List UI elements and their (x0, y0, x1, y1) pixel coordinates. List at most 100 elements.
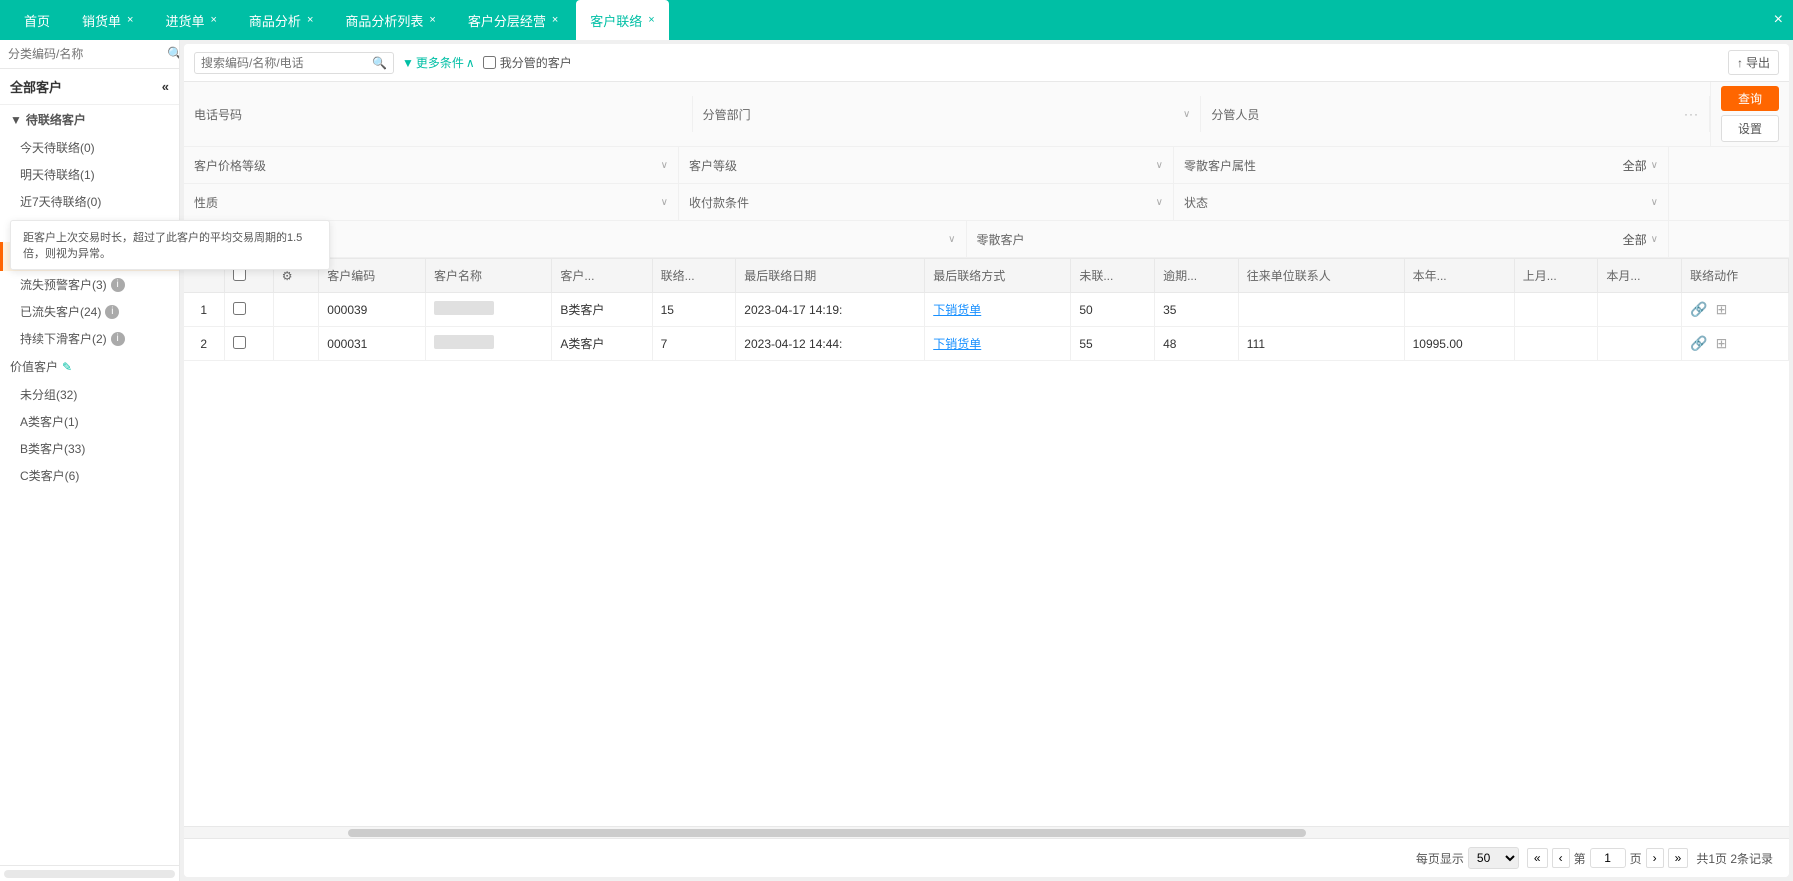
nav-tab-analysis[interactable]: 商品分析 × (235, 0, 327, 40)
nav-tab-analysis-close[interactable]: × (307, 14, 313, 26)
nav-tab-purchase[interactable]: 进货单 × (151, 0, 230, 40)
person-dots[interactable]: ··· (1684, 107, 1699, 121)
customer-level-select[interactable]: ∨ (755, 160, 1163, 171)
tooltip-text: 距客户上次交易时长，超过了此客户的平均交易周期的1.5倍，则视为异常。 (23, 232, 302, 260)
close-all-tabs-button[interactable]: × (1774, 11, 1783, 29)
per-page-dropdown[interactable]: 50 100 200 (1468, 847, 1519, 869)
sidebar-item-a-customers[interactable]: A类客户(1) (0, 408, 179, 435)
nav-tab-customer-segment[interactable]: 客户分层经营 × (454, 0, 572, 40)
sidebar-search-input[interactable] (8, 47, 163, 61)
filter-form: 电话号码 分管部门 ∨ 分管人员 ··· 查询 设置 (184, 82, 1789, 259)
declining-info-icon[interactable]: i (111, 332, 125, 346)
nav-tab-analysis-label: 商品分析 (249, 11, 301, 30)
row-2-last-month (1514, 327, 1598, 361)
col-unread-header: 未联... (1071, 259, 1155, 293)
dept-select[interactable]: ∨ (769, 109, 1191, 120)
row-2-grid-icon[interactable]: ⊞ (1716, 335, 1728, 352)
sidebar-search-icon[interactable]: 🔍 (167, 46, 180, 62)
export-button[interactable]: ↑ 导出 (1728, 50, 1779, 75)
page-number-input[interactable] (1590, 848, 1626, 868)
content-area: 🔍 ▼ 更多条件 ∧ 我分管的客户 ↑ 导出 电话号码 (184, 44, 1789, 877)
prev-page-button[interactable]: ‹ (1552, 848, 1570, 868)
lost-customers-info-icon[interactable]: i (105, 305, 119, 319)
filter-cell-price-level: 客户价格等级 ∨ (184, 147, 679, 183)
row-2-checkbox[interactable] (233, 336, 246, 349)
row-1-checkbox[interactable] (233, 302, 246, 315)
filter-actions: 查询 设置 (1710, 82, 1789, 146)
nav-tab-analysis-list-close[interactable]: × (429, 14, 435, 26)
value-section-edit-icon[interactable]: ✎ (62, 360, 72, 374)
scroll-thumb[interactable] (348, 829, 1306, 837)
sidebar-content: 全部客户 « ▼ 待联络客户 今天待联络(0) 明天待联络(1) 近7天待联络(… (0, 69, 179, 865)
last-page-button[interactable]: » (1668, 848, 1689, 868)
sidebar-item-loss-warning[interactable]: 流失预警客户(3) i (0, 271, 179, 298)
nav-tab-home-label: 首页 (24, 11, 50, 30)
my-customer-checkbox[interactable] (483, 56, 496, 69)
filter-row-1: 电话号码 分管部门 ∨ 分管人员 ··· 查询 设置 (184, 82, 1789, 147)
row-2-last-method: 下销货单 (925, 327, 1071, 361)
col-contact-person-header: 往来单位联系人 (1238, 259, 1404, 293)
setting-button[interactable]: 设置 (1721, 115, 1779, 142)
nav-tab-purchase-close[interactable]: × (210, 14, 216, 26)
nav-tab-customer-contact-close[interactable]: × (648, 14, 654, 26)
sidebar-item-c-customers[interactable]: C类客户(6) (0, 462, 179, 489)
query-button[interactable]: 查询 (1721, 86, 1779, 111)
row-2-unread: 55 (1071, 327, 1155, 361)
row-1-last-method: 下销货单 (925, 293, 1071, 327)
nav-tab-analysis-list[interactable]: 商品分析列表 × (331, 0, 449, 40)
sidebar-item-declining-label: 持续下滑客户(2) (20, 330, 107, 347)
more-conditions-button[interactable]: ▼ 更多条件 ∧ (402, 54, 475, 71)
scattered-customer-select[interactable]: 全部 ∨ (1043, 231, 1659, 248)
first-page-button[interactable]: « (1527, 848, 1548, 868)
payment-select[interactable]: ∨ (755, 197, 1163, 208)
row-1-grid-icon[interactable]: ⊞ (1716, 301, 1728, 318)
sidebar-item-b-customers[interactable]: B类客户(33) (0, 435, 179, 462)
filter-cell-person: 分管人员 ··· (1201, 96, 1710, 132)
person-select[interactable]: ··· (1277, 107, 1699, 121)
sidebar-all-customers[interactable]: 全部客户 « (0, 69, 179, 105)
table-header-row: ⚙ 客户编码 客户名称 客户... 联络... 最后联络日期 最后联络方式 未联… (184, 259, 1789, 293)
scattered-attr-select[interactable]: 全部 ∨ (1262, 157, 1658, 174)
row-1-settings (273, 293, 319, 327)
nav-tab-analysis-list-label: 商品分析列表 (345, 11, 423, 30)
row-2-name-masked (434, 335, 494, 349)
row-1-last-method-link[interactable]: 下销货单 (933, 303, 981, 317)
price-level-select[interactable]: ∨ (272, 160, 668, 171)
status-label: 状态 (1184, 194, 1244, 211)
sidebar-item-lost-customers[interactable]: 已流失客户(24) i (0, 298, 179, 325)
nav-tab-customer-contact[interactable]: 客户联络 × (576, 0, 668, 40)
row-2-code: 000031 (319, 327, 426, 361)
main-layout: 🔍 全部客户 « ▼ 待联络客户 今天待联络(0) 明天待联络(1) 近7天待联… (0, 40, 1793, 881)
row-1-num: 1 (184, 293, 224, 327)
row-2-link-icon[interactable]: 🔗 (1690, 335, 1707, 352)
row-1-link-icon[interactable]: 🔗 (1690, 301, 1707, 318)
nav-tab-sales[interactable]: 销货单 × (68, 0, 147, 40)
horizontal-scroll-bar[interactable] (184, 826, 1789, 838)
nav-tab-customer-segment-label: 客户分层经营 (468, 11, 546, 30)
search-input[interactable] (201, 56, 368, 70)
nav-tab-sales-close[interactable]: × (127, 14, 133, 26)
sidebar-item-declining[interactable]: 持续下滑客户(2) i (0, 325, 179, 352)
sidebar-collapse-icon[interactable]: « (162, 79, 169, 94)
customer-type-select[interactable]: ∨ (340, 234, 956, 245)
row-1-name (426, 293, 552, 327)
next-page-button[interactable]: › (1646, 848, 1664, 868)
nav-tab-home[interactable]: 首页 (10, 0, 64, 40)
nav-tab-customer-segment-close[interactable]: × (552, 14, 558, 26)
row-1-action-icons: 🔗 ⊞ (1690, 301, 1780, 318)
nature-select[interactable]: ∨ (260, 197, 668, 208)
sidebar-scroll-bar (0, 865, 179, 881)
sidebar-item-ungrouped[interactable]: 未分组(32) (0, 381, 179, 408)
filter-row-2: 客户价格等级 ∨ 客户等级 ∨ 零散客户属性 全部 ∨ (184, 147, 1789, 184)
sidebar-item-week-pending[interactable]: 近7天待联络(0) (0, 188, 179, 215)
sidebar-item-tomorrow-pending[interactable]: 明天待联络(1) (0, 161, 179, 188)
row-2-last-method-link[interactable]: 下销货单 (933, 337, 981, 351)
my-customer-label: 我分管的客户 (500, 54, 572, 71)
col-last-month-header: 上月... (1514, 259, 1598, 293)
sidebar-item-today-pending[interactable]: 今天待联络(0) (0, 134, 179, 161)
status-select[interactable]: ∨ (1250, 197, 1658, 208)
loss-warning-info-icon[interactable]: i (111, 278, 125, 292)
search-icon[interactable]: 🔍 (372, 56, 387, 70)
sidebar-section-pending[interactable]: ▼ 待联络客户 (0, 105, 179, 134)
table-settings-icon[interactable]: ⚙ (282, 269, 293, 283)
